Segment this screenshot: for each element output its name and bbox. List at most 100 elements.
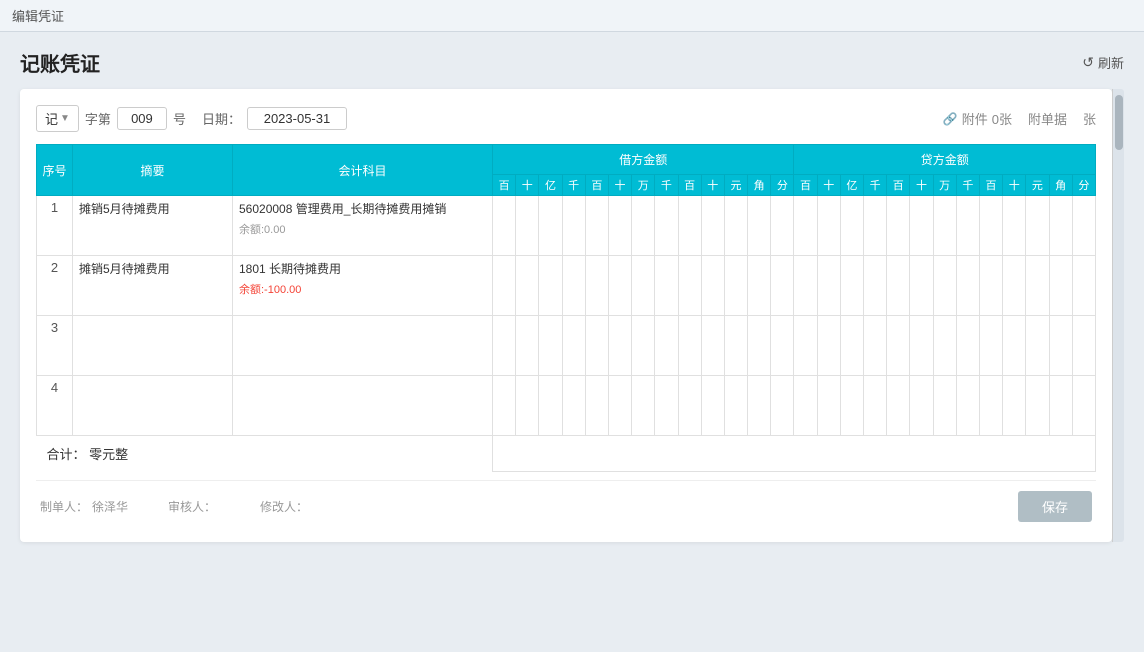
digit-cell-3-17[interactable] bbox=[887, 376, 910, 436]
digit-cell-2-16[interactable] bbox=[864, 316, 887, 376]
cell-account-3[interactable] bbox=[233, 376, 493, 436]
digit-cell-2-4[interactable] bbox=[585, 316, 608, 376]
digit-cell-1-16[interactable] bbox=[864, 256, 887, 316]
digit-cell-1-22[interactable] bbox=[1003, 256, 1026, 316]
digit-cell-3-18[interactable] bbox=[910, 376, 933, 436]
voucher-type-button[interactable]: 记 ▼ bbox=[36, 105, 79, 132]
cell-account-2[interactable] bbox=[233, 316, 493, 376]
cell-seq-1[interactable]: 2 bbox=[37, 256, 73, 316]
digit-cell-2-11[interactable] bbox=[748, 316, 771, 376]
digit-cell-0-5[interactable] bbox=[608, 196, 631, 256]
digit-cell-3-10[interactable] bbox=[724, 376, 747, 436]
digit-cell-3-24[interactable] bbox=[1049, 376, 1072, 436]
cell-account-1[interactable]: 1801 长期待摊费用余额:-100.00 bbox=[233, 256, 493, 316]
digit-cell-2-2[interactable] bbox=[539, 316, 562, 376]
digit-cell-3-16[interactable] bbox=[864, 376, 887, 436]
save-button[interactable]: 保存 bbox=[1018, 491, 1092, 522]
digit-cell-1-5[interactable] bbox=[608, 256, 631, 316]
digit-cell-3-25[interactable] bbox=[1072, 376, 1095, 436]
digit-cell-1-6[interactable] bbox=[632, 256, 655, 316]
digit-cell-1-21[interactable] bbox=[979, 256, 1002, 316]
cell-seq-0[interactable]: 1 bbox=[37, 196, 73, 256]
voucher-number-box[interactable]: 009 bbox=[117, 107, 167, 130]
digit-cell-1-2[interactable] bbox=[539, 256, 562, 316]
digit-cell-1-13[interactable] bbox=[794, 256, 817, 316]
digit-cell-3-9[interactable] bbox=[701, 376, 724, 436]
digit-cell-2-24[interactable] bbox=[1049, 316, 1072, 376]
digit-cell-1-17[interactable] bbox=[887, 256, 910, 316]
digit-cell-2-5[interactable] bbox=[608, 316, 631, 376]
digit-cell-1-7[interactable] bbox=[655, 256, 678, 316]
digit-cell-3-19[interactable] bbox=[933, 376, 956, 436]
digit-cell-1-14[interactable] bbox=[817, 256, 840, 316]
digit-cell-3-2[interactable] bbox=[539, 376, 562, 436]
digit-cell-0-20[interactable] bbox=[956, 196, 979, 256]
digit-cell-1-25[interactable] bbox=[1072, 256, 1095, 316]
digit-cell-0-18[interactable] bbox=[910, 196, 933, 256]
digit-cell-2-9[interactable] bbox=[701, 316, 724, 376]
digit-cell-1-23[interactable] bbox=[1026, 256, 1049, 316]
digit-cell-2-18[interactable] bbox=[910, 316, 933, 376]
digit-cell-0-19[interactable] bbox=[933, 196, 956, 256]
digit-cell-2-23[interactable] bbox=[1026, 316, 1049, 376]
digit-cell-3-20[interactable] bbox=[956, 376, 979, 436]
digit-cell-0-24[interactable] bbox=[1049, 196, 1072, 256]
digit-cell-0-12[interactable] bbox=[771, 196, 794, 256]
attachment-link[interactable]: 🔗 附件 0张 bbox=[943, 109, 1012, 128]
digit-cell-2-6[interactable] bbox=[632, 316, 655, 376]
cell-account-0[interactable]: 56020008 管理费用_长期待摊费用摊销余额:0.00 bbox=[233, 196, 493, 256]
digit-cell-3-14[interactable] bbox=[817, 376, 840, 436]
digit-cell-3-7[interactable] bbox=[655, 376, 678, 436]
digit-cell-0-22[interactable] bbox=[1003, 196, 1026, 256]
cell-summary-1[interactable]: 摊销5月待摊费用 bbox=[73, 256, 233, 316]
digit-cell-0-10[interactable] bbox=[724, 196, 747, 256]
digit-cell-2-8[interactable] bbox=[678, 316, 701, 376]
digit-cell-2-22[interactable] bbox=[1003, 316, 1026, 376]
digit-cell-3-15[interactable] bbox=[840, 376, 863, 436]
digit-cell-2-25[interactable] bbox=[1072, 316, 1095, 376]
digit-cell-0-17[interactable] bbox=[887, 196, 910, 256]
digit-cell-2-14[interactable] bbox=[817, 316, 840, 376]
digit-cell-1-3[interactable] bbox=[562, 256, 585, 316]
digit-cell-0-0[interactable] bbox=[493, 196, 516, 256]
cell-summary-0[interactable]: 摊销5月待摊费用 bbox=[73, 196, 233, 256]
digit-cell-0-1[interactable] bbox=[516, 196, 539, 256]
digit-cell-0-15[interactable] bbox=[840, 196, 863, 256]
digit-cell-1-1[interactable] bbox=[516, 256, 539, 316]
digit-cell-1-12[interactable] bbox=[771, 256, 794, 316]
digit-cell-1-4[interactable] bbox=[585, 256, 608, 316]
digit-cell-3-5[interactable] bbox=[608, 376, 631, 436]
digit-cell-0-23[interactable] bbox=[1026, 196, 1049, 256]
digit-cell-3-8[interactable] bbox=[678, 376, 701, 436]
digit-cell-1-10[interactable] bbox=[724, 256, 747, 316]
digit-cell-2-12[interactable] bbox=[771, 316, 794, 376]
digit-cell-3-11[interactable] bbox=[748, 376, 771, 436]
digit-cell-1-8[interactable] bbox=[678, 256, 701, 316]
digit-cell-2-0[interactable] bbox=[493, 316, 516, 376]
digit-cell-0-16[interactable] bbox=[864, 196, 887, 256]
digit-cell-1-24[interactable] bbox=[1049, 256, 1072, 316]
cell-seq-2[interactable]: 3 bbox=[37, 316, 73, 376]
digit-cell-0-25[interactable] bbox=[1072, 196, 1095, 256]
digit-cell-0-8[interactable] bbox=[678, 196, 701, 256]
digit-cell-0-9[interactable] bbox=[701, 196, 724, 256]
cell-summary-2[interactable] bbox=[73, 316, 233, 376]
digit-cell-0-14[interactable] bbox=[817, 196, 840, 256]
digit-cell-1-18[interactable] bbox=[910, 256, 933, 316]
digit-cell-2-21[interactable] bbox=[979, 316, 1002, 376]
digit-cell-0-11[interactable] bbox=[748, 196, 771, 256]
cell-seq-3[interactable]: 4 bbox=[37, 376, 73, 436]
digit-cell-3-21[interactable] bbox=[979, 376, 1002, 436]
digit-cell-2-20[interactable] bbox=[956, 316, 979, 376]
digit-cell-0-6[interactable] bbox=[632, 196, 655, 256]
digit-cell-3-12[interactable] bbox=[771, 376, 794, 436]
digit-cell-3-1[interactable] bbox=[516, 376, 539, 436]
digit-cell-2-13[interactable] bbox=[794, 316, 817, 376]
digit-cell-3-13[interactable] bbox=[794, 376, 817, 436]
cell-summary-3[interactable] bbox=[73, 376, 233, 436]
digit-cell-1-0[interactable] bbox=[493, 256, 516, 316]
digit-cell-3-6[interactable] bbox=[632, 376, 655, 436]
digit-cell-2-17[interactable] bbox=[887, 316, 910, 376]
refresh-button[interactable]: ↺ 刷新 bbox=[1082, 53, 1124, 72]
digit-cell-1-19[interactable] bbox=[933, 256, 956, 316]
